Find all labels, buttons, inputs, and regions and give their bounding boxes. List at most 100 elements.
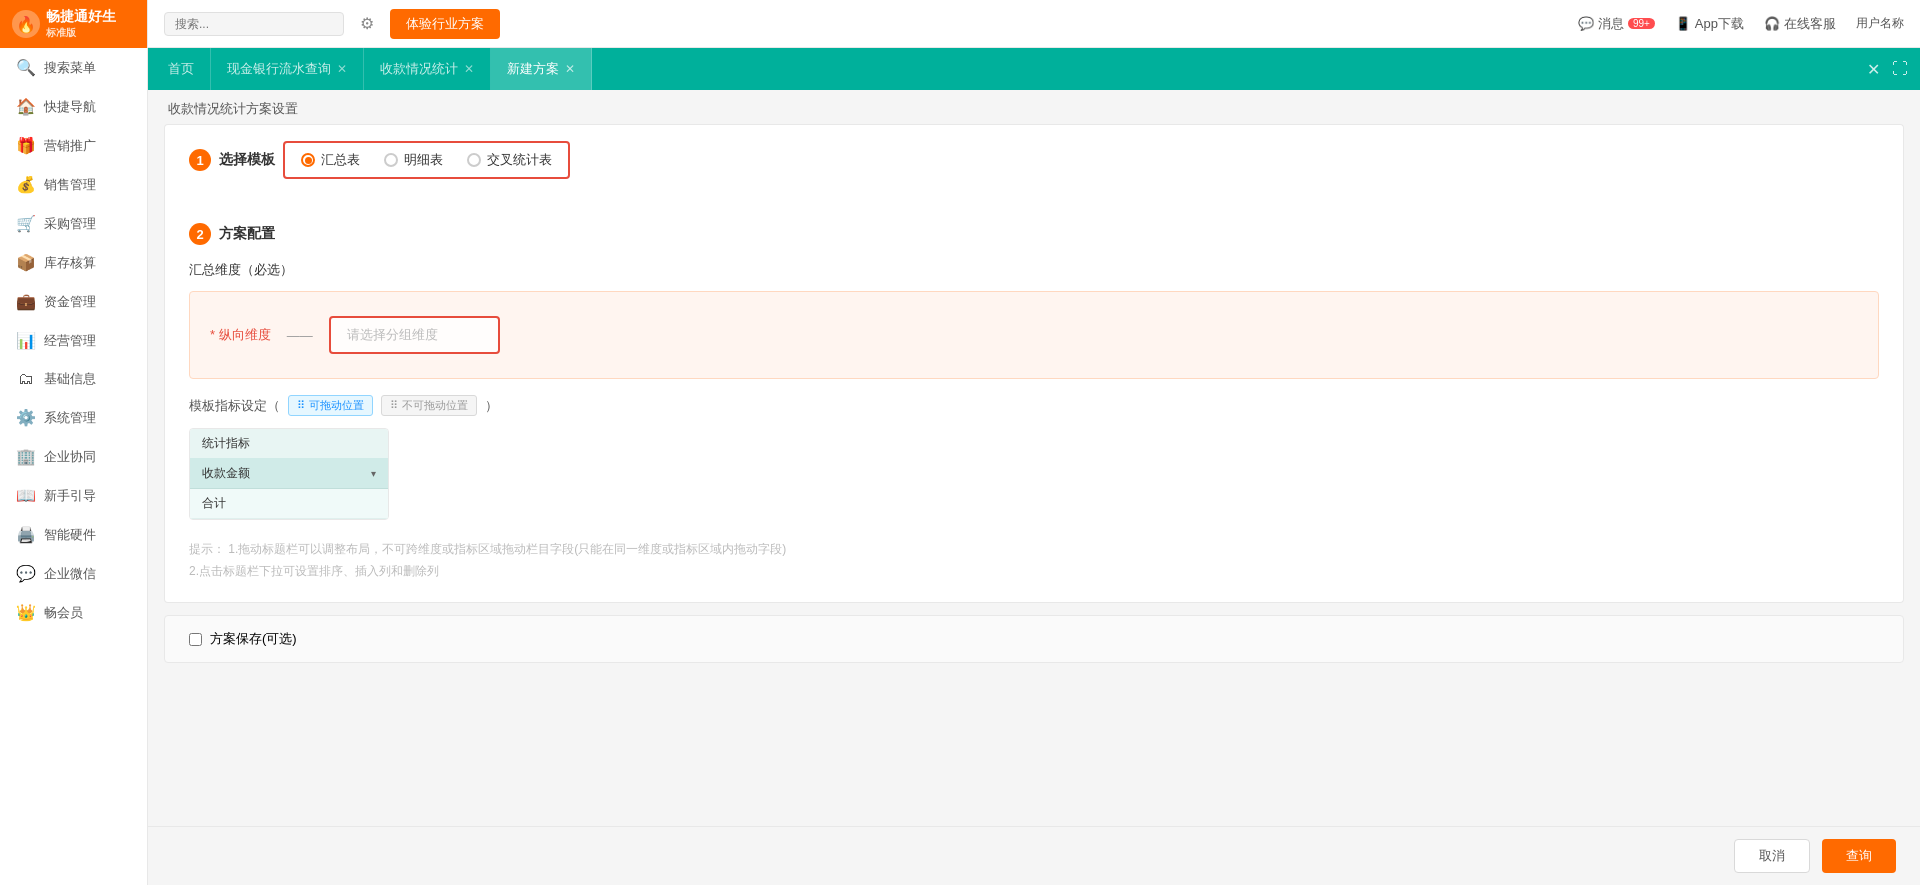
member-icon: 👑 — [16, 603, 36, 622]
sidebar-item-inventory[interactable]: 📦 库存核算 — [0, 243, 147, 282]
radio-cross-label: 交叉统计表 — [487, 151, 552, 169]
metrics-table: 统计指标 收款金额 ▾ 合计 — [189, 428, 389, 520]
sidebar-menu: 🔍 搜索菜单 🏠 快捷导航 🎁 营销推广 💰 销售管理 🛒 采购管理 📦 库存核… — [0, 48, 147, 885]
tab-cashflow[interactable]: 现金银行流水查询 ✕ — [211, 48, 364, 90]
save-checkbox[interactable] — [189, 633, 202, 646]
tab-close-all-icon[interactable]: ✕ — [1867, 60, 1880, 79]
dimension-row: * 纵向维度 —— 请选择分组维度 — [210, 316, 1858, 354]
radio-detail-label: 明细表 — [404, 151, 443, 169]
metrics-col-header[interactable]: 收款金额 ▾ — [190, 459, 388, 489]
dimension-area: * 纵向维度 —— 请选择分组维度 — [189, 291, 1879, 379]
download-item[interactable]: 📱 App下载 — [1675, 15, 1744, 33]
non-draggable-label: 不可拖动位置 — [402, 398, 468, 413]
sidebar-item-label: 资金管理 — [44, 293, 96, 311]
sidebar-item-label: 基础信息 — [44, 370, 96, 388]
search-input[interactable] — [164, 12, 344, 36]
draggable-badge: ⠿ 可拖动位置 — [288, 395, 373, 416]
sidebar-item-marketing[interactable]: 🎁 营销推广 — [0, 126, 147, 165]
service-item[interactable]: 🎧 在线客服 — [1764, 15, 1836, 33]
tabbar-controls: ✕ ⛶ — [1855, 48, 1920, 90]
user-name: 用户名称 — [1856, 15, 1904, 32]
sidebar-item-basics[interactable]: 🗂 基础信息 — [0, 360, 147, 398]
sidebar-item-label: 经营管理 — [44, 332, 96, 350]
sidebar-item-label: 新手引导 — [44, 487, 96, 505]
gear-icon[interactable]: ⚙ — [360, 14, 374, 33]
sidebar-item-wechat[interactable]: 💬 企业微信 — [0, 554, 147, 593]
sidebar-item-quicknav[interactable]: 🏠 快捷导航 — [0, 87, 147, 126]
template-options: 汇总表 明细表 交叉统计表 — [283, 141, 570, 179]
wechat-icon: 💬 — [16, 564, 36, 583]
guide-icon: 📖 — [16, 486, 36, 505]
step2-num: 2 — [189, 223, 211, 245]
sidebar-item-purchase[interactable]: 🛒 采购管理 — [0, 204, 147, 243]
hardware-icon: 🖨️ — [16, 525, 36, 544]
sidebar-item-enterprise[interactable]: 🏢 企业协同 — [0, 437, 147, 476]
metrics-title-suffix: ） — [485, 397, 498, 415]
metrics-group-label: 统计指标 — [202, 436, 250, 450]
non-draggable-badge: ⠿ 不可拖动位置 — [381, 395, 477, 416]
sidebar-item-system[interactable]: ⚙️ 系统管理 — [0, 398, 147, 437]
tab-new-plan[interactable]: 新建方案 ✕ — [491, 48, 592, 90]
sidebar-item-sales[interactable]: 💰 销售管理 — [0, 165, 147, 204]
tabbar: 首页 现金银行流水查询 ✕ 收款情况统计 ✕ 新建方案 ✕ ✕ ⛶ — [148, 48, 1920, 90]
metrics-section: 模板指标设定（ ⠿ 可拖动位置 ⠿ 不可拖动位置 ） 统计指标 — [189, 395, 1879, 523]
sidebar-item-label: 采购管理 — [44, 215, 96, 233]
metrics-col-label: 收款金额 — [202, 465, 250, 482]
radio-detail-circle — [384, 153, 398, 167]
finance-icon: 💼 — [16, 292, 36, 311]
tab-cashflow-close[interactable]: ✕ — [337, 62, 347, 76]
download-icon: 📱 — [1675, 16, 1691, 31]
dimension-select[interactable]: 请选择分组维度 — [329, 316, 500, 354]
sidebar-item-member[interactable]: 👑 畅会员 — [0, 593, 147, 632]
operations-icon: 📊 — [16, 331, 36, 350]
topbar-right: 💬 消息 99+ 📱 App下载 🎧 在线客服 用户名称 — [1578, 15, 1904, 33]
sidebar-item-operations[interactable]: 📊 经营管理 — [0, 321, 147, 360]
content-area: 收款情况统计方案设置 1 选择模板 汇总表 明细表 — [148, 90, 1920, 826]
search-icon: 🔍 — [16, 58, 36, 77]
logo-main-text: 畅捷通好生 — [46, 8, 116, 26]
sidebar-item-label: 快捷导航 — [44, 98, 96, 116]
industry-button[interactable]: 体验行业方案 — [390, 9, 500, 39]
tab-collection[interactable]: 收款情况统计 ✕ — [364, 48, 491, 90]
sidebar-item-finance[interactable]: 💼 资金管理 — [0, 282, 147, 321]
tab-collection-label: 收款情况统计 — [380, 60, 458, 78]
save-label[interactable]: 方案保存(可选) — [210, 630, 297, 648]
notifications-item[interactable]: 💬 消息 99+ — [1578, 15, 1655, 33]
radio-detail[interactable]: 明细表 — [384, 151, 443, 169]
topbar: ⚙ 体验行业方案 💬 消息 99+ 📱 App下载 🎧 在线客服 用户名称 — [148, 0, 1920, 48]
page-title-bar: 收款情况统计方案设置 — [148, 90, 1920, 124]
purchase-icon: 🛒 — [16, 214, 36, 233]
service-icon: 🎧 — [1764, 16, 1780, 31]
radio-cross[interactable]: 交叉统计表 — [467, 151, 552, 169]
metrics-group-header: 统计指标 — [190, 429, 388, 459]
notifications-badge: 99+ — [1628, 18, 1655, 29]
cancel-button[interactable]: 取消 — [1734, 839, 1810, 873]
sidebar-item-hardware[interactable]: 🖨️ 智能硬件 — [0, 515, 147, 554]
sidebar-item-search[interactable]: 🔍 搜索菜单 — [0, 48, 147, 87]
tip-2: 2.点击标题栏下拉可设置排序、插入列和删除列 — [189, 561, 1879, 583]
metrics-header: 模板指标设定（ ⠿ 可拖动位置 ⠿ 不可拖动位置 ） — [189, 395, 1879, 416]
step2-header: 2 方案配置 — [189, 223, 1879, 245]
sidebar-logo: 🔥 畅捷通好生 标准版 — [0, 0, 147, 48]
tab-expand-icon[interactable]: ⛶ — [1892, 60, 1908, 78]
query-button[interactable]: 查询 — [1822, 839, 1896, 873]
message-icon: 💬 — [1578, 16, 1594, 31]
notifications-label: 消息 — [1598, 15, 1624, 33]
sidebar-item-label: 智能硬件 — [44, 526, 96, 544]
tab-collection-close[interactable]: ✕ — [464, 62, 474, 76]
sidebar-item-guide[interactable]: 📖 新手引导 — [0, 476, 147, 515]
tab-new-plan-close[interactable]: ✕ — [565, 62, 575, 76]
sidebar-item-label: 搜索菜单 — [44, 59, 96, 77]
radio-summary[interactable]: 汇总表 — [301, 151, 360, 169]
system-icon: ⚙️ — [16, 408, 36, 427]
config-section: 2 方案配置 汇总维度（必选） * 纵向维度 —— 请选择分组维度 模板指标设定… — [164, 207, 1904, 603]
dimension-row-label: * 纵向维度 — [210, 326, 271, 344]
template-section: 1 选择模板 汇总表 明细表 交叉统计表 — [164, 124, 1904, 207]
metrics-cell-total: 合计 — [190, 489, 388, 519]
inventory-icon: 📦 — [16, 253, 36, 272]
tips-section: 提示： 1.拖动标题栏可以调整布局，不可跨维度或指标区域拖动栏目字段(只能在同一… — [189, 539, 1879, 582]
tab-home[interactable]: 首页 — [148, 48, 211, 90]
tab-new-plan-label: 新建方案 — [507, 60, 559, 78]
tab-home-label: 首页 — [168, 60, 194, 78]
service-label: 在线客服 — [1784, 15, 1836, 33]
